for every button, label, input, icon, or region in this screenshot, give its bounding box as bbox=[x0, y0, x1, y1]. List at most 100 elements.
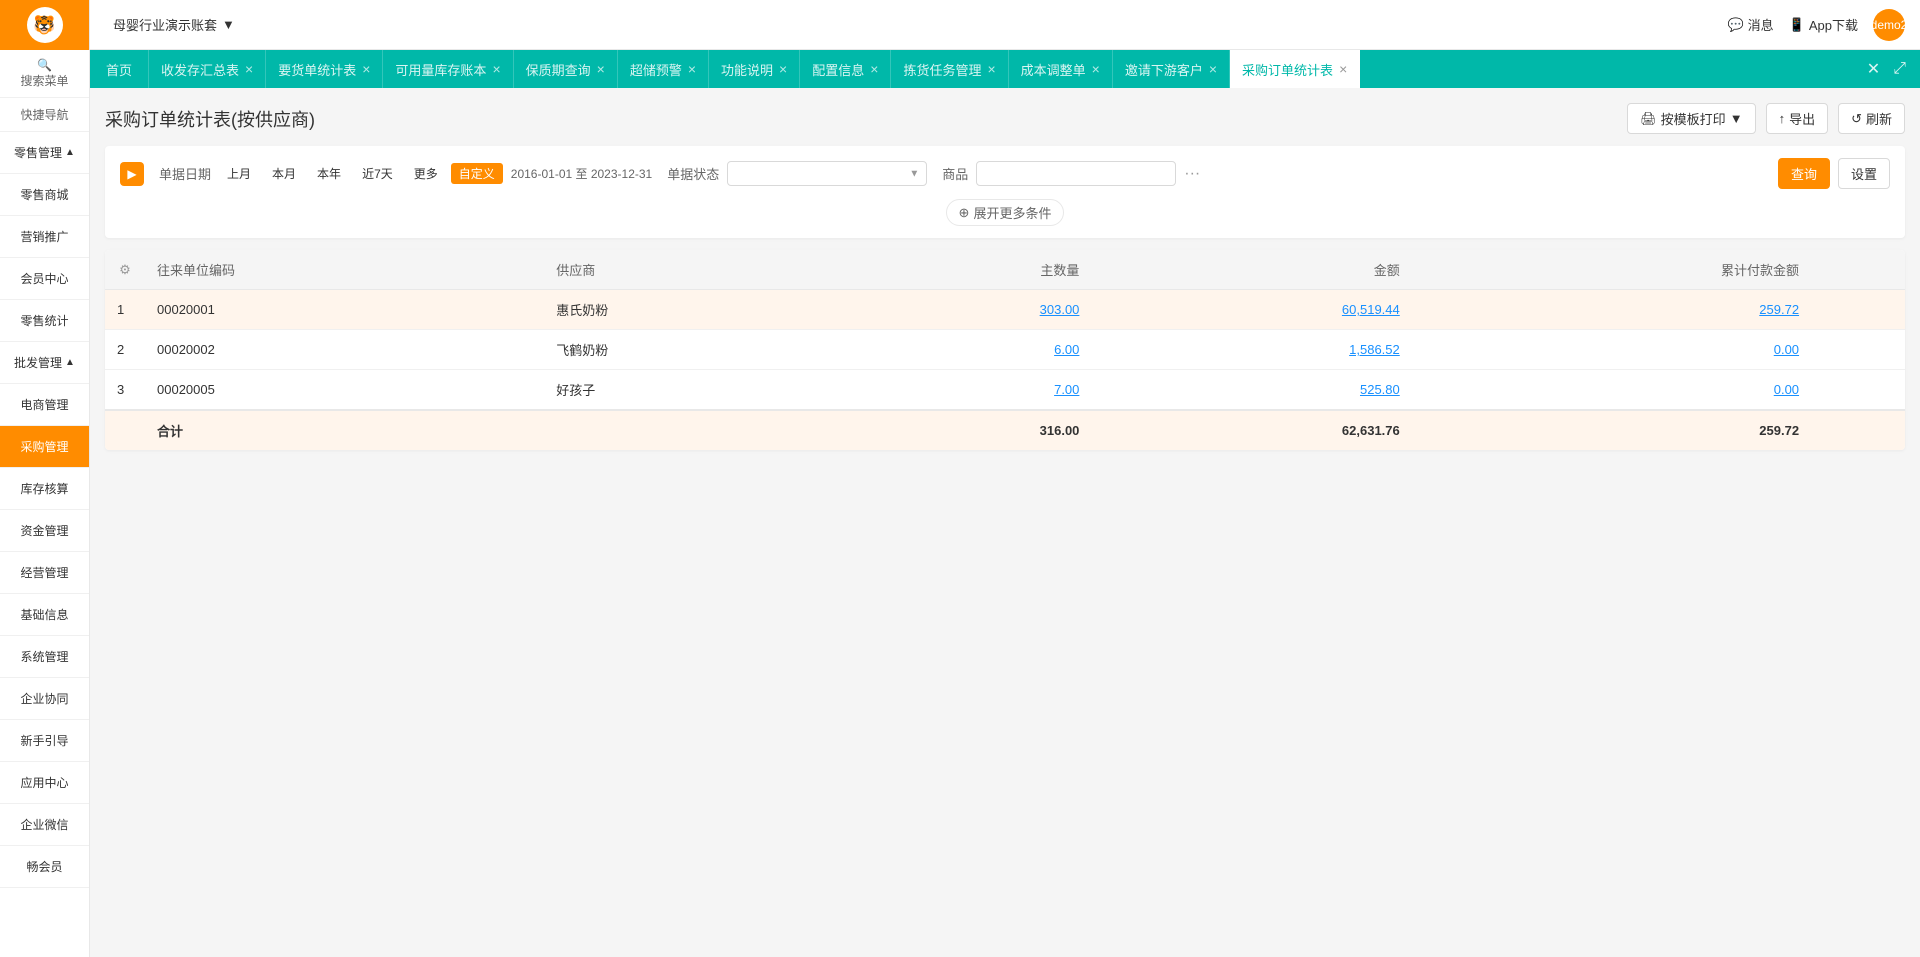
amount-link[interactable]: 60,519.44 bbox=[1342, 302, 1400, 317]
sidebar-item-label: 零售商城 bbox=[20, 188, 68, 202]
status-select[interactable] bbox=[727, 161, 927, 186]
date-custom-badge[interactable]: 自定义 bbox=[451, 163, 503, 184]
tab-close-icon[interactable]: × bbox=[1092, 62, 1100, 76]
paid-link[interactable]: 0.00 bbox=[1774, 342, 1799, 357]
sidebar-item-basic-info[interactable]: 基础信息 bbox=[0, 594, 89, 636]
date-more-btn[interactable]: 更多 bbox=[406, 163, 446, 184]
sidebar-item-wholesale-mgmt[interactable]: 批发管理 ▲ bbox=[0, 342, 89, 384]
sidebar-item-purchase-mgmt[interactable]: 采购管理 bbox=[0, 426, 89, 468]
page-actions: 🖨 按模板打印 ▼ ↑ 导出 ↺ 刷新 bbox=[1627, 103, 1905, 134]
date-7days-btn[interactable]: 近7天 bbox=[354, 163, 401, 184]
footer-quantity: 316.00 bbox=[842, 410, 1092, 450]
amount-link[interactable]: 1,586.52 bbox=[1349, 342, 1400, 357]
tab-label: 可用量库存账本 bbox=[395, 60, 486, 79]
sidebar-item-retail-shop[interactable]: 零售商城 bbox=[0, 174, 89, 216]
tab-config-info[interactable]: 配置信息 × bbox=[800, 50, 891, 88]
paid-cell: 0.00 bbox=[1412, 330, 1811, 370]
workspace-selector[interactable]: 母婴行业演示账套 ▼ bbox=[105, 11, 243, 38]
quantity-link[interactable]: 6.00 bbox=[1054, 342, 1079, 357]
page-title: 采购订单统计表(按供应商) bbox=[105, 106, 315, 132]
sidebar: 🐯 🔍 搜索菜单 快捷导航 零售管理 ▲ 零售商城 营销推广 会员中心 零售统计… bbox=[0, 0, 90, 957]
query-button[interactable]: 查询 bbox=[1778, 158, 1830, 189]
goods-input[interactable] bbox=[976, 161, 1176, 186]
tab-close-icon[interactable]: × bbox=[688, 62, 696, 76]
tab-available-stock[interactable]: 可用量库存账本 × bbox=[383, 50, 513, 88]
sidebar-item-member-center[interactable]: 会员中心 bbox=[0, 258, 89, 300]
tab-close-all-icon[interactable]: ✕ bbox=[1863, 55, 1884, 83]
date-this-year-btn[interactable]: 本年 bbox=[309, 163, 349, 184]
sidebar-item-inventory[interactable]: 库存核算 bbox=[0, 468, 89, 510]
date-this-month-btn[interactable]: 本月 bbox=[264, 163, 304, 184]
quantity-link[interactable]: 7.00 bbox=[1054, 382, 1079, 397]
page-header: 采购订单统计表(按供应商) 🖨 按模板打印 ▼ ↑ 导出 ↺ 刷新 bbox=[105, 103, 1905, 134]
amount-link[interactable]: 525.80 bbox=[1360, 382, 1400, 397]
tab-close-icon[interactable]: × bbox=[492, 62, 500, 76]
user-avatar[interactable]: demo2 bbox=[1873, 9, 1905, 41]
sidebar-search[interactable]: 🔍 搜索菜单 bbox=[0, 50, 89, 98]
print-button[interactable]: 🖨 按模板打印 ▼ bbox=[1627, 103, 1755, 134]
sidebar-item-label: 电商管理 bbox=[20, 398, 68, 412]
table-row: 2 00020002 飞鹤奶粉 6.00 1,586.52 0.00 bbox=[105, 330, 1905, 370]
sidebar-item-app-center[interactable]: 应用中心 bbox=[0, 762, 89, 804]
sidebar-item-system-mgmt[interactable]: 系统管理 bbox=[0, 636, 89, 678]
workspace-dropdown-icon: ▼ bbox=[222, 17, 235, 32]
supplier-cell: 惠氏奶粉 bbox=[544, 290, 842, 330]
sidebar-item-enterprise-wechat[interactable]: 企业微信 bbox=[0, 804, 89, 846]
tab-expiry-query[interactable]: 保质期查询 × bbox=[514, 50, 618, 88]
sidebar-item-operations[interactable]: 经营管理 bbox=[0, 552, 89, 594]
tab-close-icon[interactable]: × bbox=[245, 62, 253, 76]
tab-receive-send[interactable]: 收发存汇总表 × bbox=[149, 50, 266, 88]
sidebar-item-member[interactable]: 畅会员 bbox=[0, 846, 89, 888]
more-filter-dots[interactable]: ··· bbox=[1184, 165, 1200, 183]
tab-close-icon[interactable]: × bbox=[870, 62, 878, 76]
sidebar-item-new-guide[interactable]: 新手引导 bbox=[0, 720, 89, 762]
tab-close-icon[interactable]: × bbox=[987, 62, 995, 76]
tab-purchase-stats[interactable]: 采购订单统计表 × bbox=[1230, 50, 1360, 88]
workspace-name: 母婴行业演示账套 bbox=[113, 15, 217, 34]
tab-close-icon[interactable]: × bbox=[362, 62, 370, 76]
settings-button[interactable]: 设置 bbox=[1838, 158, 1890, 189]
paid-link[interactable]: 259.72 bbox=[1759, 302, 1799, 317]
tab-close-icon[interactable]: × bbox=[779, 62, 787, 76]
sidebar-item-ecommerce[interactable]: 电商管理 bbox=[0, 384, 89, 426]
sidebar-item-marketing[interactable]: 营销推广 bbox=[0, 216, 89, 258]
table-settings-col[interactable]: ⚙ bbox=[105, 250, 145, 290]
tab-expand-icon[interactable]: ⤢ bbox=[1889, 56, 1910, 82]
sidebar-quick-nav[interactable]: 快捷导航 bbox=[0, 98, 89, 132]
sidebar-item-label: 企业协同 bbox=[20, 692, 68, 706]
tab-cost-adjust[interactable]: 成本调整单 × bbox=[1009, 50, 1113, 88]
page-content: 采购订单统计表(按供应商) 🖨 按模板打印 ▼ ↑ 导出 ↺ 刷新 bbox=[90, 88, 1920, 957]
app-download-button[interactable]: 📱 App下载 bbox=[1789, 15, 1858, 34]
message-button[interactable]: 💬 消息 bbox=[1727, 15, 1773, 34]
paid-link[interactable]: 0.00 bbox=[1774, 382, 1799, 397]
tab-close-icon[interactable]: × bbox=[597, 62, 605, 76]
footer-amount: 62,631.76 bbox=[1091, 410, 1411, 450]
footer-empty bbox=[544, 410, 842, 450]
tab-overstock-warning[interactable]: 超储预警 × bbox=[618, 50, 709, 88]
sidebar-item-retail-stats[interactable]: 零售统计 bbox=[0, 300, 89, 342]
quantity-link[interactable]: 303.00 bbox=[1040, 302, 1080, 317]
filter-expand-button[interactable]: ▶ bbox=[120, 162, 144, 186]
sidebar-item-label: 批发管理 bbox=[14, 354, 62, 371]
tab-order-stats[interactable]: 要货单统计表 × bbox=[266, 50, 383, 88]
supplier-cell: 飞鹤奶粉 bbox=[544, 330, 842, 370]
date-last-month-btn[interactable]: 上月 bbox=[219, 163, 259, 184]
refresh-button[interactable]: ↺ 刷新 bbox=[1838, 103, 1905, 134]
tab-close-icon[interactable]: × bbox=[1209, 62, 1217, 76]
footer-paid: 259.72 bbox=[1412, 410, 1811, 450]
export-button[interactable]: ↑ 导出 bbox=[1766, 103, 1829, 134]
supplier-cell: 好孩子 bbox=[544, 370, 842, 411]
tab-pick-task[interactable]: 拣货任务管理 × bbox=[891, 50, 1008, 88]
expand-more-button[interactable]: ⊕ 展开更多条件 bbox=[946, 199, 1065, 226]
home-tab-label: 首页 bbox=[106, 60, 132, 79]
tab-invite-downstream[interactable]: 邀请下游客户 × bbox=[1113, 50, 1230, 88]
extra-cell bbox=[1811, 330, 1905, 370]
tab-home[interactable]: 首页 bbox=[90, 50, 149, 88]
tab-close-icon[interactable]: × bbox=[1339, 62, 1347, 76]
sidebar-item-retail-mgmt[interactable]: 零售管理 ▲ bbox=[0, 132, 89, 174]
sidebar-item-enterprise[interactable]: 企业协同 bbox=[0, 678, 89, 720]
tab-function-desc[interactable]: 功能说明 × bbox=[709, 50, 800, 88]
status-select-wrapper bbox=[727, 161, 927, 186]
data-table: ⚙ 往来单位编码 供应商 主数量 金额 累计付款金额 1 00020001 惠氏… bbox=[105, 250, 1905, 450]
sidebar-item-finance[interactable]: 资金管理 bbox=[0, 510, 89, 552]
